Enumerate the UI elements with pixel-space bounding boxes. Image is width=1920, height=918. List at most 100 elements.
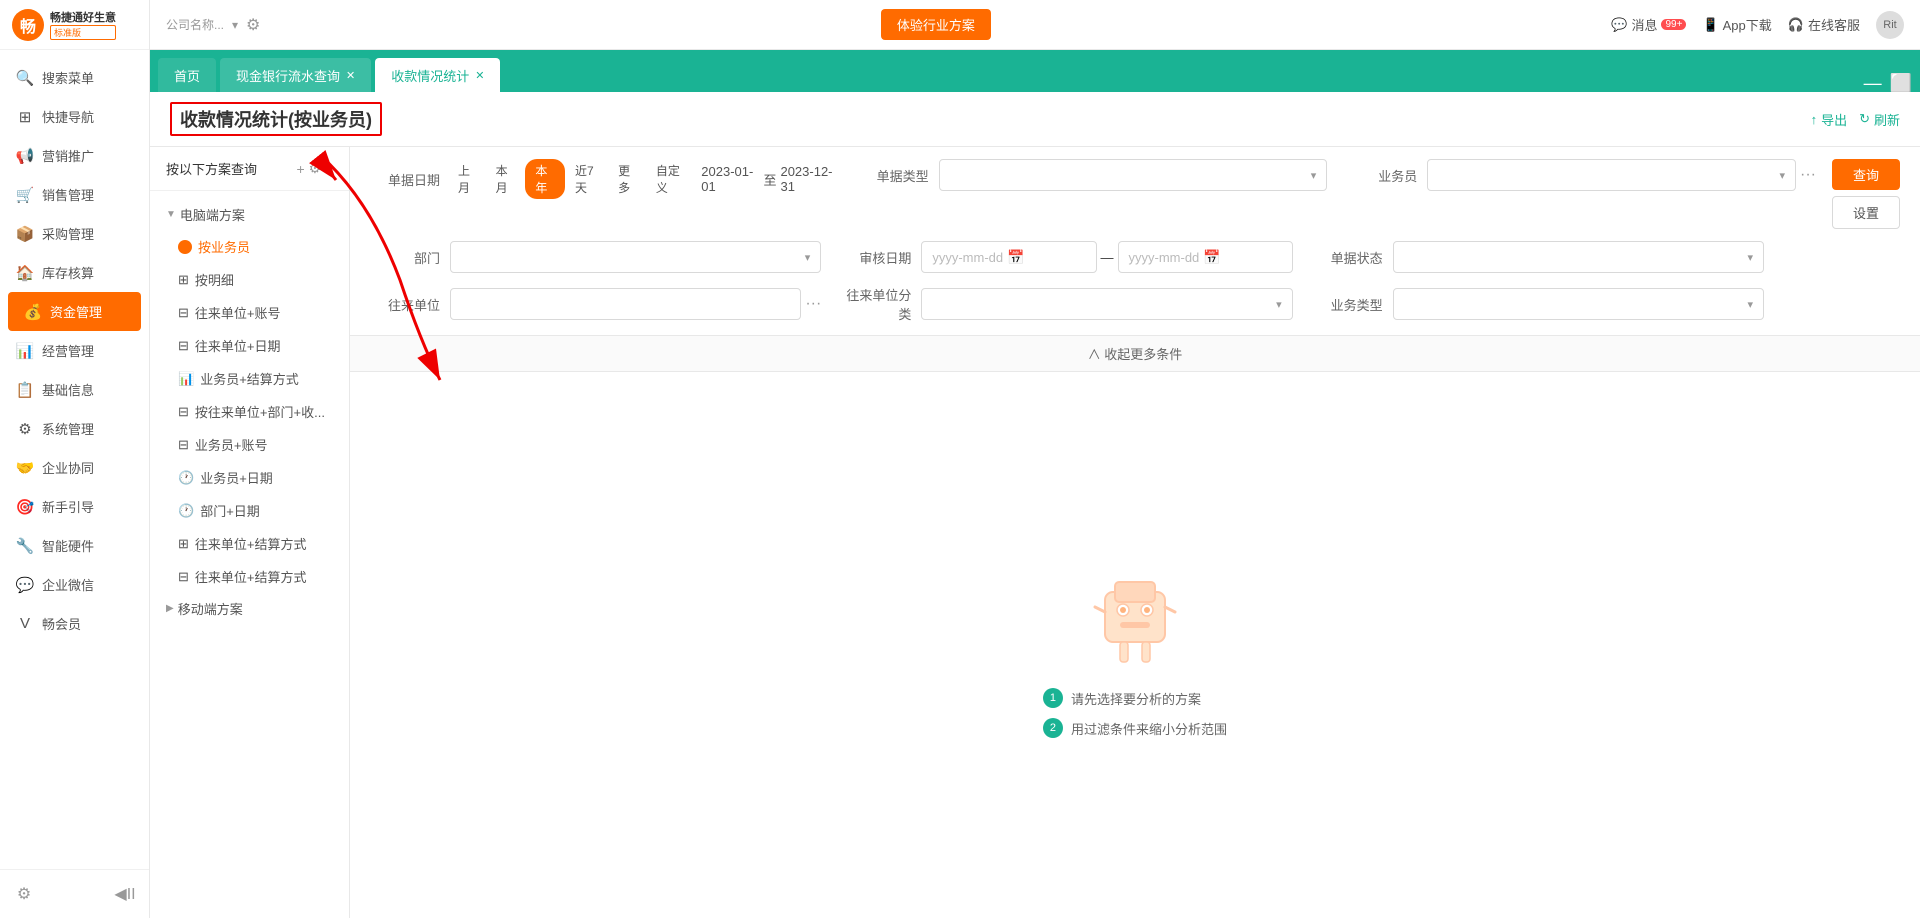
- system-icon: ⚙: [16, 420, 34, 438]
- sidebar-item-hardware[interactable]: 🔧 智能硬件: [0, 526, 149, 565]
- department-dropdown[interactable]: ▾: [450, 241, 821, 273]
- date-tab-this-month[interactable]: 本月: [488, 159, 524, 199]
- voucher-status-dropdown[interactable]: ▾: [1393, 241, 1764, 273]
- salesperson-date-icon: 🕐: [178, 470, 194, 486]
- right-panel: 单据日期 上月 本月 本年 近7天 更多 自定义: [350, 147, 1920, 918]
- page-content: 收款情况统计(按业务员) ↑ 导出 ↻ 刷新 按以下方案查询 +: [150, 92, 1920, 918]
- empty-steps: 1 请先选择要分析的方案 2 用过滤条件来缩小分析范围: [1043, 688, 1227, 738]
- date-tab-more[interactable]: 更多: [610, 159, 646, 199]
- refresh-button[interactable]: ↻ 刷新: [1859, 110, 1900, 129]
- business-type-arrow-icon: ▾: [1747, 298, 1753, 311]
- tree-item-unit-dept-collect[interactable]: ⊟ 按往来单位+部门+收...: [150, 395, 349, 428]
- voucher-type-dropdown[interactable]: ▾: [939, 159, 1328, 191]
- tree-group-mobile[interactable]: ▶ 移动端方案: [150, 593, 349, 624]
- tree-item-unit-settle1[interactable]: ⊞ 往来单位+结算方式: [150, 527, 349, 560]
- export-icon: ↑: [1811, 112, 1818, 127]
- sidebar-item-member[interactable]: V 畅会员: [0, 604, 149, 643]
- collapse-bar[interactable]: ∧ 收起更多条件: [350, 336, 1920, 372]
- sidebar-item-guide[interactable]: 🎯 新手引导: [0, 487, 149, 526]
- tree-item-unit-settle2[interactable]: ⊟ 往来单位+结算方式: [150, 560, 349, 593]
- tab-bank[interactable]: 现金银行流水查询 ✕: [220, 58, 371, 92]
- tree-item-detail[interactable]: ⊞ 按明细: [150, 263, 349, 296]
- counterpart-more-icon[interactable]: ···: [805, 295, 821, 313]
- date-tab-7days[interactable]: 近7天: [567, 159, 608, 199]
- messages-button[interactable]: 💬 消息 99+: [1611, 15, 1686, 34]
- sidebar-item-marketing[interactable]: 📢 营销推广: [0, 136, 149, 175]
- trial-button[interactable]: 体验行业方案: [881, 9, 991, 40]
- tree-item-by-salesperson[interactable]: 按业务员: [150, 230, 349, 263]
- unit-settle2-icon: ⊟: [178, 569, 189, 585]
- tree-item-dept-date[interactable]: 🕐 部门+日期: [150, 494, 349, 527]
- salesperson-settle-icon: 📊: [178, 371, 194, 387]
- tree-item-salesperson-account[interactable]: ⊟ 业务员+账号: [150, 428, 349, 461]
- left-panel-title: 按以下方案查询: [166, 159, 257, 178]
- tab-minimize-icon[interactable]: —: [1864, 74, 1882, 92]
- tree-item-unit-date[interactable]: ⊟ 往来单位+日期: [150, 329, 349, 362]
- detail-icon: ⊞: [178, 272, 189, 288]
- basicinfo-icon: 📋: [16, 381, 34, 399]
- business-type-label: 业务类型: [1313, 295, 1393, 314]
- sidebar-collapse-icon[interactable]: ◀II: [111, 880, 139, 908]
- voucher-status-arrow-icon: ▾: [1747, 251, 1753, 264]
- audit-date-start-input[interactable]: yyyy-mm-dd 📅: [921, 241, 1096, 273]
- scheme-settings-icon[interactable]: ⚙: [309, 160, 322, 177]
- sidebar-item-enterprise[interactable]: 🤝 企业协同: [0, 448, 149, 487]
- add-scheme-icon[interactable]: +: [296, 161, 304, 177]
- audit-date-end-input[interactable]: yyyy-mm-dd 📅: [1118, 241, 1293, 273]
- tab-maximize-icon[interactable]: ⬜: [1890, 74, 1912, 92]
- sidebar-item-system[interactable]: ⚙ 系统管理: [0, 409, 149, 448]
- sidebar-item-inventory[interactable]: 🏠 库存核算: [0, 253, 149, 292]
- query-button[interactable]: 查询: [1832, 159, 1900, 190]
- date-tab-custom[interactable]: 自定义: [648, 159, 693, 199]
- header-right: 💬 消息 99+ 📱 App下载 🎧 在线客服 Rit: [1611, 11, 1904, 39]
- sidebar-item-finance[interactable]: 💰 资金管理: [8, 292, 141, 331]
- tab-collection-close-icon[interactable]: ✕: [475, 69, 484, 82]
- business-type-dropdown[interactable]: ▾: [1393, 288, 1764, 320]
- tab-collection[interactable]: 收款情况统计 ✕: [375, 58, 500, 92]
- unit-dept-icon: ⊟: [178, 404, 189, 420]
- counterpart-input[interactable]: [450, 288, 801, 320]
- salesperson-more-icon[interactable]: ···: [1800, 166, 1816, 184]
- empty-step-1: 1 请先选择要分析的方案: [1043, 688, 1227, 708]
- department-arrow-icon: ▾: [805, 251, 811, 264]
- sidebar-item-quicknav[interactable]: ⊞ 快捷导航: [0, 97, 149, 136]
- sidebar-item-operations[interactable]: 📊 经营管理: [0, 331, 149, 370]
- sidebar-item-purchase[interactable]: 📦 采购管理: [0, 214, 149, 253]
- sidebar-item-search[interactable]: 🔍 搜索菜单: [0, 58, 149, 97]
- sidebar-item-sales[interactable]: 🛒 销售管理: [0, 175, 149, 214]
- date-tab-this-year[interactable]: 本年: [525, 159, 565, 199]
- user-avatar[interactable]: Rit: [1876, 11, 1904, 39]
- page-header: 收款情况统计(按业务员) ↑ 导出 ↻ 刷新: [150, 92, 1920, 147]
- main-area: 公司名称... ▾ ⚙ 体验行业方案 💬 消息 99+ 📱 App下载 🎧 在线…: [150, 0, 1920, 918]
- step1-num: 1: [1043, 688, 1063, 708]
- date-start[interactable]: 2023-01-01: [701, 164, 759, 194]
- export-button[interactable]: ↑ 导出: [1811, 110, 1848, 129]
- step2-num: 2: [1043, 718, 1063, 738]
- search-icon: 🔍: [16, 69, 34, 87]
- tab-home[interactable]: 首页: [158, 58, 216, 92]
- date-end[interactable]: 2023-12-31: [780, 164, 838, 194]
- app-download-button[interactable]: 📱 App下载: [1702, 15, 1771, 34]
- sidebar-item-basicinfo[interactable]: 📋 基础信息: [0, 370, 149, 409]
- left-panel-icons: + ⚙ «: [296, 160, 333, 177]
- counterpart-category-dropdown[interactable]: ▾: [921, 288, 1292, 320]
- audit-date-start-placeholder: yyyy-mm-dd: [932, 250, 1003, 265]
- tree-item-unit-account[interactable]: ⊟ 往来单位+账号: [150, 296, 349, 329]
- collapse-panel-icon[interactable]: «: [325, 161, 333, 177]
- header-gear-icon[interactable]: ⚙: [246, 15, 260, 35]
- tree-group-desktop[interactable]: ▼ 电脑端方案: [150, 199, 349, 230]
- tree-item-salesperson-date[interactable]: 🕐 业务员+日期: [150, 461, 349, 494]
- online-service-button[interactable]: 🎧 在线客服: [1788, 15, 1860, 34]
- salesperson-dropdown[interactable]: ▾: [1427, 159, 1796, 191]
- sidebar-item-wechat[interactable]: 💬 企业微信: [0, 565, 149, 604]
- sidebar-settings-icon[interactable]: ⚙: [10, 880, 38, 908]
- sales-icon: 🛒: [16, 186, 34, 204]
- tree-item-salesperson-settle[interactable]: 📊 业务员+结算方式: [150, 362, 349, 395]
- tab-bank-close-icon[interactable]: ✕: [346, 69, 355, 82]
- enterprise-icon: 🤝: [16, 459, 34, 477]
- tree-section: ▼ 电脑端方案 按业务员 ⊞ 按明细 ⊟ 往来单位+账号: [150, 191, 349, 632]
- date-tab-last-month[interactable]: 上月: [450, 159, 486, 199]
- purchase-icon: 📦: [16, 225, 34, 243]
- voucher-type-arrow-icon: ▾: [1311, 169, 1317, 182]
- settings-button[interactable]: 设置: [1832, 196, 1900, 229]
